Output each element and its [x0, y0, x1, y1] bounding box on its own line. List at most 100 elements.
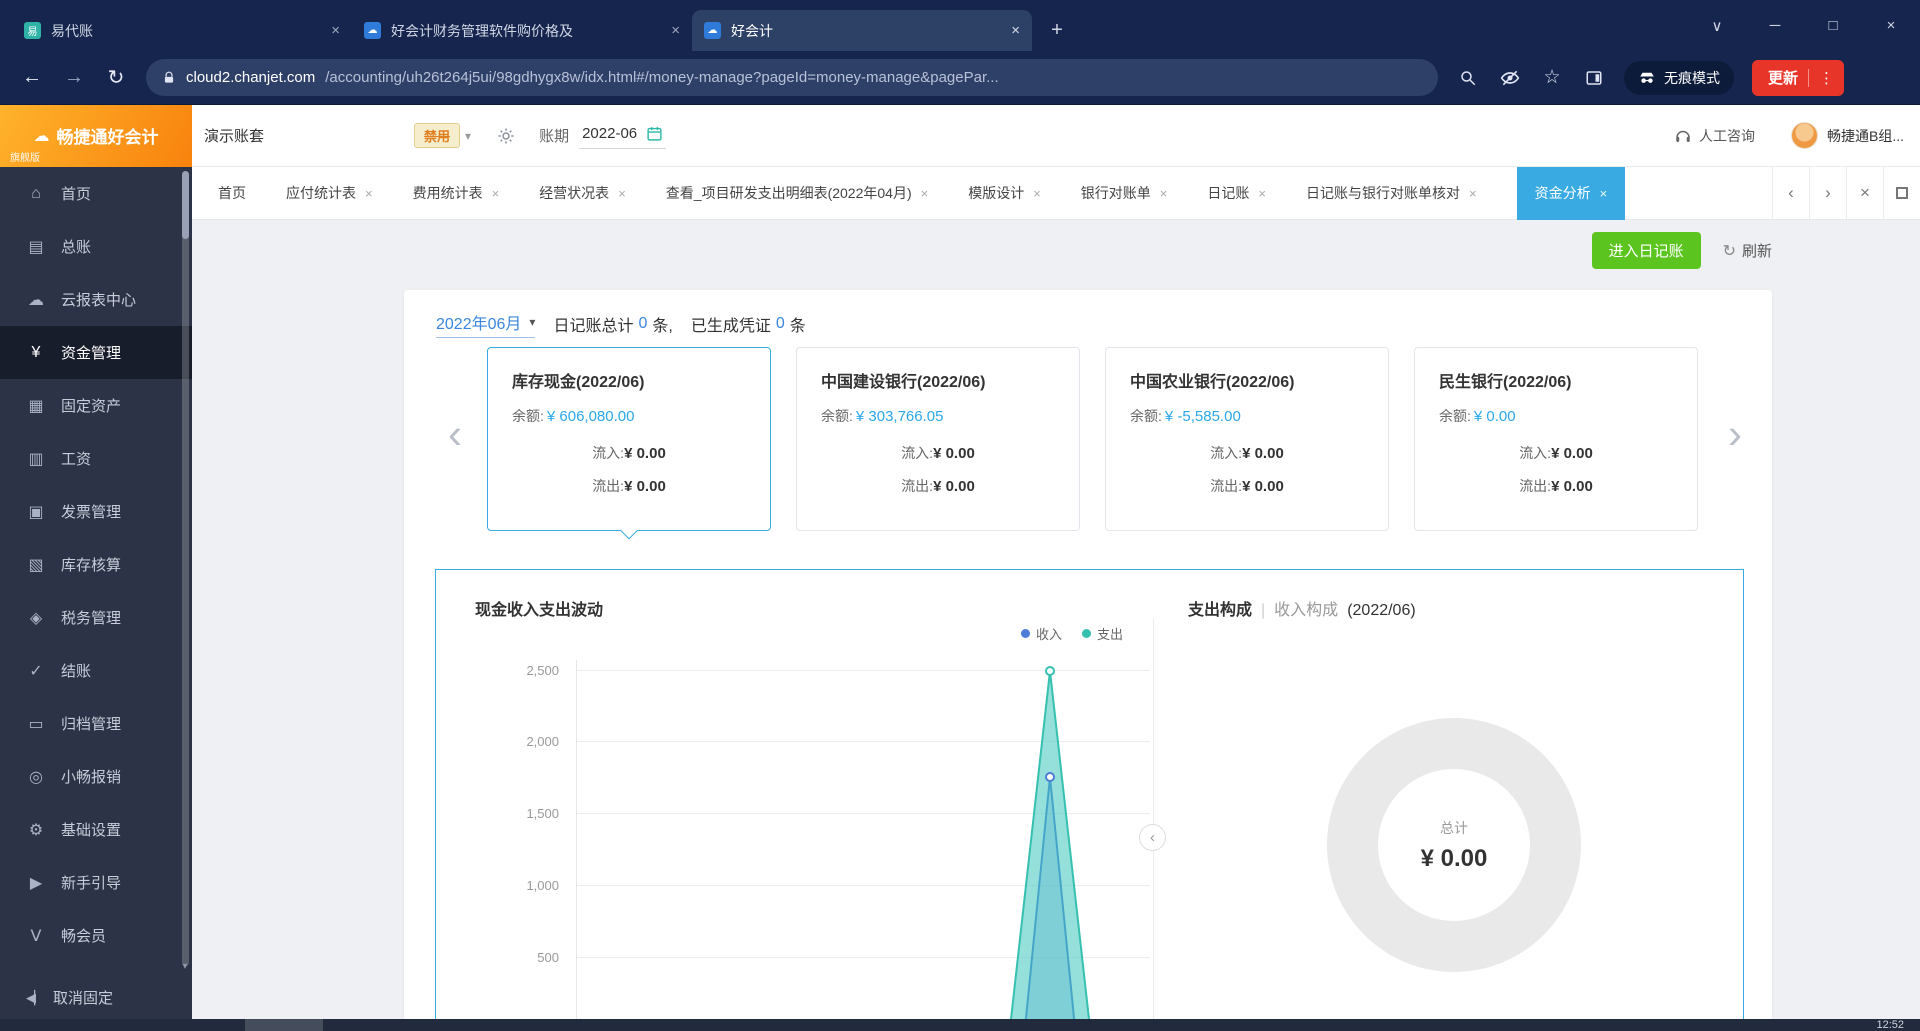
workspace-tab-bank-statement[interactable]: 银行对账单 ×	[1081, 167, 1168, 220]
scroll-down-icon[interactable]: ▾	[180, 961, 190, 972]
sidebar-item-membership[interactable]: Ⅴ 畅会员	[0, 909, 192, 962]
user-avatar[interactable]	[1790, 122, 1818, 149]
month-selector[interactable]: 2022年06月 ▾	[436, 310, 536, 338]
taskbar-app-button[interactable]	[245, 1019, 323, 1031]
tabs-close-all-icon[interactable]: ×	[1846, 166, 1883, 220]
scrollbar-thumb[interactable]	[182, 171, 189, 239]
enter-journal-button[interactable]: 进入日记账	[1591, 232, 1701, 269]
browser-tab-pricing[interactable]: ☁ 好会计财务管理软件购价格及 ×	[352, 10, 692, 51]
support-link[interactable]: 人工咨询	[1674, 126, 1755, 146]
sidebar-item-beginner-guide[interactable]: ▶ 新手引导	[0, 856, 192, 909]
workspace-tab-project-detail[interactable]: 查看_项目研发支出明细表(2022年04月) ×	[666, 167, 928, 220]
sidebar-item-closing[interactable]: ✓ 结账	[0, 644, 192, 697]
tab-title: 易代账	[51, 22, 93, 39]
calendar-icon[interactable]	[646, 125, 663, 142]
carousel-prev-icon[interactable]: ‹	[448, 413, 462, 455]
sidebar-item-cloud-reports[interactable]: ☁ 云报表中心	[0, 273, 192, 326]
sidebar-item-basic-settings[interactable]: ⚙ 基础设置	[0, 803, 192, 856]
sidebar-item-payroll[interactable]: ▥ 工资	[0, 432, 192, 485]
side-panel-icon[interactable]	[1576, 60, 1612, 96]
period-input[interactable]: 2022-06	[579, 122, 667, 149]
tab-close-icon[interactable]: ×	[921, 186, 929, 201]
window-maximize-button[interactable]: □	[1804, 0, 1862, 51]
tab-close-icon[interactable]: ×	[492, 186, 500, 201]
back-button[interactable]: ←	[14, 60, 50, 96]
window-close-button[interactable]: ×	[1862, 0, 1920, 51]
account-card-cash[interactable]: 库存现金(2022/06) 余额: ¥ 606,080.00 流入:¥ 0.00 …	[487, 347, 771, 540]
sidebar-item-inventory[interactable]: ▧ 库存核算	[0, 538, 192, 591]
browser-menu-chevron[interactable]: ∨	[1688, 0, 1746, 51]
outflow-label: 流出:	[592, 478, 625, 494]
tab-close-icon[interactable]: ×	[1258, 186, 1266, 201]
tab-close-icon[interactable]: ×	[1033, 186, 1041, 201]
inflow-value: ¥ 0.00	[933, 445, 975, 462]
workspace-tab-template-design[interactable]: 模版设计 ×	[968, 167, 1041, 220]
workspace-tab-label: 日记账	[1207, 185, 1250, 201]
legend-label: 收入	[1036, 627, 1063, 642]
tabs-scroll-left-icon[interactable]: ‹	[1772, 166, 1809, 220]
tab-close-icon[interactable]: ×	[1011, 22, 1020, 39]
workspace-tab-expense-report[interactable]: 费用统计表 ×	[413, 167, 500, 220]
legend-expense[interactable]: 支出	[1082, 624, 1123, 643]
tab-close-icon[interactable]: ×	[671, 22, 680, 39]
sidebar-item-fixed-assets[interactable]: ▦ 固定资产	[0, 379, 192, 432]
workspace-tab-journal[interactable]: 日记账 ×	[1207, 167, 1266, 220]
inflow-label: 流入:	[1519, 445, 1552, 461]
sidebar-item-funds-management[interactable]: ¥ 资金管理	[0, 326, 192, 379]
sidebar-item-expense[interactable]: ◎ 小畅报销	[0, 750, 192, 803]
tab-close-icon[interactable]: ×	[1160, 186, 1168, 201]
workspace-tab-home[interactable]: 首页	[218, 167, 246, 220]
forward-button[interactable]: →	[56, 60, 92, 96]
sidebar-item-invoice-management[interactable]: ▣ 发票管理	[0, 485, 192, 538]
disabled-status-badge: 禁用	[414, 123, 461, 148]
reload-button[interactable]: ↻	[98, 60, 134, 96]
sidebar-item-label: 库存核算	[61, 557, 122, 574]
account-set-name[interactable]: 演示账套	[204, 125, 264, 146]
incognito-badge[interactable]: 无痕模式	[1624, 60, 1734, 95]
divider-collapse-handle[interactable]: ‹	[1139, 824, 1166, 851]
sidebar-item-tax-management[interactable]: ◈ 税务管理	[0, 591, 192, 644]
new-tab-button[interactable]: +	[1042, 15, 1072, 45]
workspace-tab-journal-bank-check[interactable]: 日记账与银行对账单核对 ×	[1306, 167, 1477, 220]
fullscreen-icon[interactable]	[1883, 166, 1920, 220]
update-button[interactable]: 更新 ⋮	[1752, 59, 1845, 96]
account-card-abc[interactable]: 中国农业银行(2022/06) 余额: ¥ -5,585.00 流入:¥ 0.00…	[1105, 347, 1389, 531]
settings-gear-icon[interactable]	[497, 127, 515, 145]
tab-close-icon[interactable]: ×	[331, 22, 340, 39]
unpin-sidebar-button[interactable]: ◀▏ 取消固定	[26, 987, 113, 1008]
workspace-tab-operating-report[interactable]: 经营状况表 ×	[539, 167, 626, 220]
legend-income[interactable]: 收入	[1021, 624, 1062, 643]
income-composition-tab[interactable]: 收入构成	[1274, 602, 1338, 619]
url-bar[interactable]: cloud2.chanjet.com/accounting/uh26t264j5…	[146, 59, 1438, 96]
sidebar-item-home[interactable]: ⌂ 首页	[0, 167, 192, 220]
sidebar-scrollbar[interactable]	[182, 171, 189, 966]
carousel-next-icon[interactable]: ›	[1728, 413, 1742, 455]
expense-composition-tab[interactable]: 支出构成	[1188, 602, 1252, 619]
refresh-button[interactable]: ↻ 刷新	[1723, 240, 1772, 261]
composition-donut-chart: 总计 ¥ 0.00	[1327, 718, 1581, 972]
tab-close-icon[interactable]: ×	[618, 186, 626, 201]
account-card-minsheng[interactable]: 民生银行(2022/06) 余额: ¥ 0.00 流入:¥ 0.00 流出:¥ 0…	[1414, 347, 1698, 531]
tabs-scroll-right-icon[interactable]: ›	[1809, 166, 1846, 220]
workspace-tab-label: 首页	[218, 185, 246, 201]
tracking-protection-eye-icon[interactable]	[1492, 60, 1528, 96]
tab-close-icon[interactable]: ×	[1469, 186, 1477, 201]
badge-chevron-down-icon[interactable]: ▾	[465, 129, 471, 143]
kebab-menu-icon[interactable]: ⋮	[1819, 69, 1834, 87]
bookmark-star-icon[interactable]: ☆	[1534, 60, 1570, 96]
incognito-spy-icon	[1640, 72, 1654, 83]
search-icon[interactable]	[1450, 60, 1486, 96]
taskbar-clock: 12:52	[1876, 1019, 1904, 1031]
account-card-ccb[interactable]: 中国建设银行(2022/06) 余额: ¥ 303,766.05 流入:¥ 0.0…	[796, 347, 1080, 531]
sidebar-item-archive[interactable]: ▭ 归档管理	[0, 697, 192, 750]
sidebar-item-general-ledger[interactable]: ▤ 总账	[0, 220, 192, 273]
workspace-tab-funds-analysis[interactable]: 资金分析 ×	[1516, 166, 1626, 220]
member-icon: Ⅴ	[30, 927, 42, 945]
tab-close-icon[interactable]: ×	[365, 186, 373, 201]
user-name[interactable]: 畅捷通B组...	[1827, 126, 1904, 146]
window-minimize-button[interactable]: ─	[1746, 0, 1804, 51]
browser-tab-haokuaiji[interactable]: ☁ 好会计 ×	[692, 10, 1032, 51]
workspace-tab-payables-report[interactable]: 应付统计表 ×	[286, 167, 373, 220]
browser-tab-yidaizhang[interactable]: 易 易代账 ×	[12, 10, 352, 51]
tab-close-icon[interactable]: ×	[1600, 186, 1608, 201]
